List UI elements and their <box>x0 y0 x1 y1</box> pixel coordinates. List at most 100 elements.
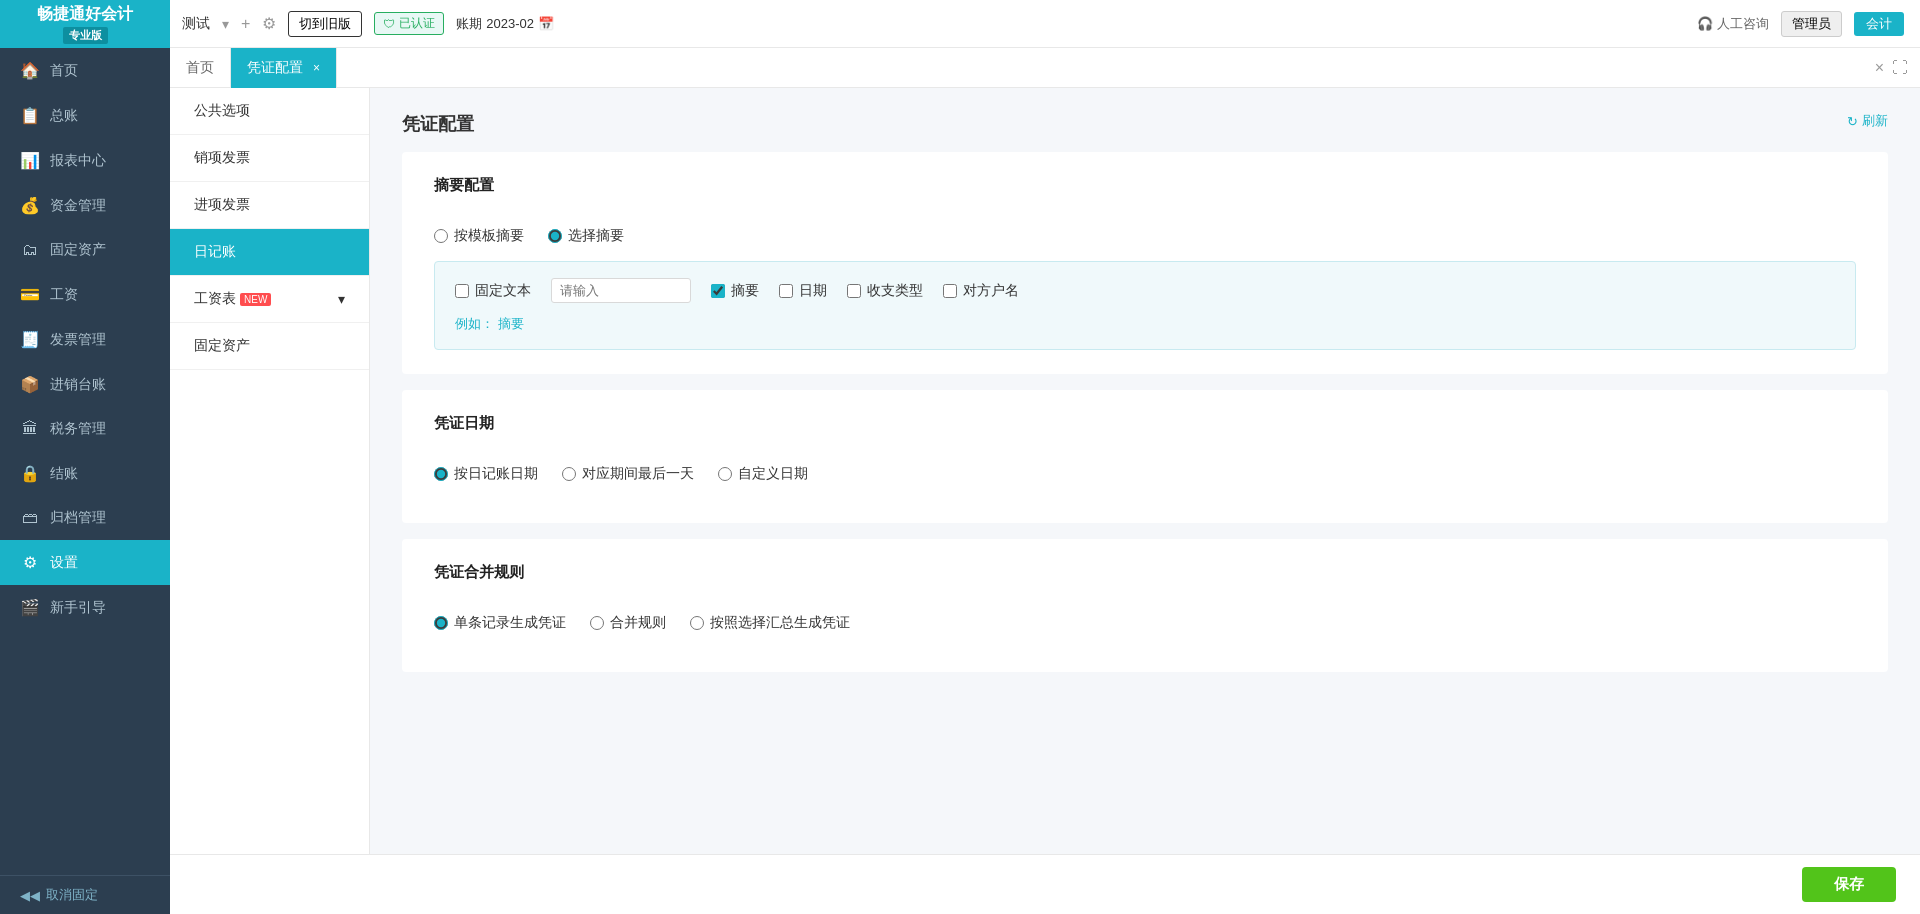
add-icon[interactable]: + <box>241 15 250 33</box>
invoice-icon: 🧾 <box>20 330 40 349</box>
radio-merge-rule-label: 合并规则 <box>610 614 666 632</box>
sidebar-item-archive[interactable]: 🗃 归档管理 <box>0 496 170 540</box>
unpin-label: 取消固定 <box>46 886 98 904</box>
counterparty-label: 对方户名 <box>963 282 1019 300</box>
unpin-button[interactable]: ◀◀ 取消固定 <box>0 875 170 914</box>
left-nav-sales-invoice[interactable]: 销项发票 <box>170 135 369 182</box>
accountant-button[interactable]: 会计 <box>1854 12 1904 36</box>
settings-icon[interactable]: ⚙ <box>262 14 276 33</box>
fixed-text-input[interactable] <box>551 278 691 303</box>
right-panel: 凭证配置 ↻ 刷新 摘要配置 按模板摘要 选择摘要 <box>370 88 1920 854</box>
archive-icon: 🗃 <box>20 509 40 527</box>
tab-close-icon[interactable]: × <box>313 61 320 75</box>
checkbox-summary[interactable]: 摘要 <box>711 282 759 300</box>
left-nav-payroll[interactable]: 工资表NEW ▾ <box>170 276 369 323</box>
sidebar-item-label: 固定资产 <box>50 241 106 259</box>
sidebar-item-reports[interactable]: 📊 报表中心 <box>0 138 170 183</box>
save-button[interactable]: 保存 <box>1802 867 1896 902</box>
fixed-text-label: 固定文本 <box>475 282 531 300</box>
sidebar-item-label: 工资 <box>50 286 78 304</box>
refresh-button[interactable]: ↻ 刷新 <box>1847 112 1888 130</box>
checkbox-income-type-input[interactable] <box>847 284 861 298</box>
date-radio-group: 按日记账日期 对应期间最后一天 自定义日期 <box>434 465 1856 483</box>
radio-select-summary-input[interactable] <box>548 229 562 243</box>
period-info: 账期 2023-02 📅 <box>456 15 554 33</box>
checkbox-date[interactable]: 日期 <box>779 282 827 300</box>
sidebar-item-close[interactable]: 🔒 结账 <box>0 451 170 496</box>
tab-home-label: 首页 <box>186 59 214 77</box>
sidebar-item-funds[interactable]: 💰 资金管理 <box>0 183 170 228</box>
logo-sub: 专业版 <box>63 27 108 44</box>
summary-options-box: 固定文本 摘要 日期 收支类型 <box>434 261 1856 350</box>
radio-period-last[interactable]: 对应期间最后一天 <box>562 465 694 483</box>
checkbox-income-type[interactable]: 收支类型 <box>847 282 923 300</box>
radio-template-summary-input[interactable] <box>434 229 448 243</box>
left-nav-journal[interactable]: 日记账 <box>170 229 369 276</box>
checkbox-fixed-text-input[interactable] <box>455 284 469 298</box>
sidebar-item-tax[interactable]: 🏛 税务管理 <box>0 407 170 451</box>
sidebar-item-label: 总账 <box>50 107 78 125</box>
sidebar-item-assets[interactable]: 🗂 固定资产 <box>0 228 170 272</box>
radio-select-summary[interactable]: 按照选择汇总生成凭证 <box>690 614 850 632</box>
radio-custom-date-input[interactable] <box>718 467 732 481</box>
sidebar-item-home[interactable]: 🏠 首页 <box>0 48 170 93</box>
left-nav: 公共选项 销项发票 进项发票 日记账 工资表NEW ▾ 固定资产 <box>170 88 370 854</box>
radio-journal-date-input[interactable] <box>434 467 448 481</box>
checkbox-summary-input[interactable] <box>711 284 725 298</box>
checkbox-counterparty[interactable]: 对方户名 <box>943 282 1019 300</box>
fullscreen-icon[interactable]: ⛶ <box>1892 59 1908 77</box>
manager-button[interactable]: 管理员 <box>1781 11 1842 37</box>
topbar-right: 🎧 人工咨询 管理员 会计 <box>1697 11 1904 37</box>
merge-radio-group: 单条记录生成凭证 合并规则 按照选择汇总生成凭证 <box>434 614 1856 632</box>
radio-merge-rule[interactable]: 合并规则 <box>590 614 666 632</box>
close-window-icon[interactable]: × <box>1875 59 1884 77</box>
radio-template-summary[interactable]: 按模板摘要 <box>434 227 524 245</box>
date-section-title: 凭证日期 <box>434 414 1856 445</box>
content-area: 公共选项 销项发票 进项发票 日记账 工资表NEW ▾ 固定资产 凭证配置 ↻ … <box>170 88 1920 854</box>
sidebar-item-ledger[interactable]: 📋 总账 <box>0 93 170 138</box>
radio-select-summary-input[interactable] <box>690 616 704 630</box>
checkbox-date-input[interactable] <box>779 284 793 298</box>
left-nav-public[interactable]: 公共选项 <box>170 88 369 135</box>
calendar-icon[interactable]: 📅 <box>538 16 554 31</box>
service-button[interactable]: 🎧 人工咨询 <box>1697 15 1769 33</box>
checkbox-counterparty-input[interactable] <box>943 284 957 298</box>
period-label: 账期 <box>456 15 482 33</box>
radio-journal-date[interactable]: 按日记账日期 <box>434 465 538 483</box>
checkbox-group: 固定文本 摘要 日期 收支类型 <box>455 278 1835 303</box>
radio-single-input[interactable] <box>434 616 448 630</box>
date-label: 日期 <box>799 282 827 300</box>
summary-radio-group: 按模板摘要 选择摘要 <box>434 227 1856 245</box>
project-name: 测试 <box>182 15 210 33</box>
sidebar-item-purchase[interactable]: 📦 进销台账 <box>0 362 170 407</box>
payroll-label: 工资表NEW <box>194 290 271 308</box>
service-label: 人工咨询 <box>1717 15 1769 33</box>
tab-voucher-config[interactable]: 凭证配置 × <box>231 48 337 88</box>
radio-merge-rule-input[interactable] <box>590 616 604 630</box>
left-nav-purchase-invoice[interactable]: 进项发票 <box>170 182 369 229</box>
logo-text: 畅捷通好会计 <box>37 4 133 25</box>
old-version-button[interactable]: 切到旧版 <box>288 11 362 37</box>
sidebar-item-wages[interactable]: 💳 工资 <box>0 272 170 317</box>
tab-bar: 首页 凭证配置 × × ⛶ <box>170 48 1920 88</box>
chevron-down-icon[interactable]: ▾ <box>222 16 229 32</box>
sidebar-item-invoice-mgr[interactable]: 🧾 发票管理 <box>0 317 170 362</box>
left-nav-fixed-assets[interactable]: 固定资产 <box>170 323 369 370</box>
sidebar-item-settings[interactable]: ⚙ 设置 <box>0 540 170 585</box>
shield-icon: 🛡 <box>383 17 395 31</box>
tab-home[interactable]: 首页 <box>170 48 231 88</box>
radio-select-summary-label: 选择摘要 <box>568 227 624 245</box>
radio-custom-date[interactable]: 自定义日期 <box>718 465 808 483</box>
checkbox-fixed-text[interactable]: 固定文本 <box>455 282 531 300</box>
radio-select-summary[interactable]: 选择摘要 <box>548 227 624 245</box>
radio-single[interactable]: 单条记录生成凭证 <box>434 614 566 632</box>
headset-icon: 🎧 <box>1697 16 1713 31</box>
summary-label: 摘要 <box>731 282 759 300</box>
ledger-icon: 📋 <box>20 106 40 125</box>
chevron-right-icon: ▾ <box>338 291 345 307</box>
radio-single-label: 单条记录生成凭证 <box>454 614 566 632</box>
main: 首页 凭证配置 × × ⛶ 公共选项 销项发票 进项发票 日记账 工资表NEW … <box>170 48 1920 914</box>
sidebar-item-newbie[interactable]: 🎬 新手引导 <box>0 585 170 630</box>
topbar: 畅捷通好会计 专业版 测试 ▾ + ⚙ 切到旧版 🛡 已认证 账期 2023-0… <box>0 0 1920 48</box>
radio-period-last-input[interactable] <box>562 467 576 481</box>
